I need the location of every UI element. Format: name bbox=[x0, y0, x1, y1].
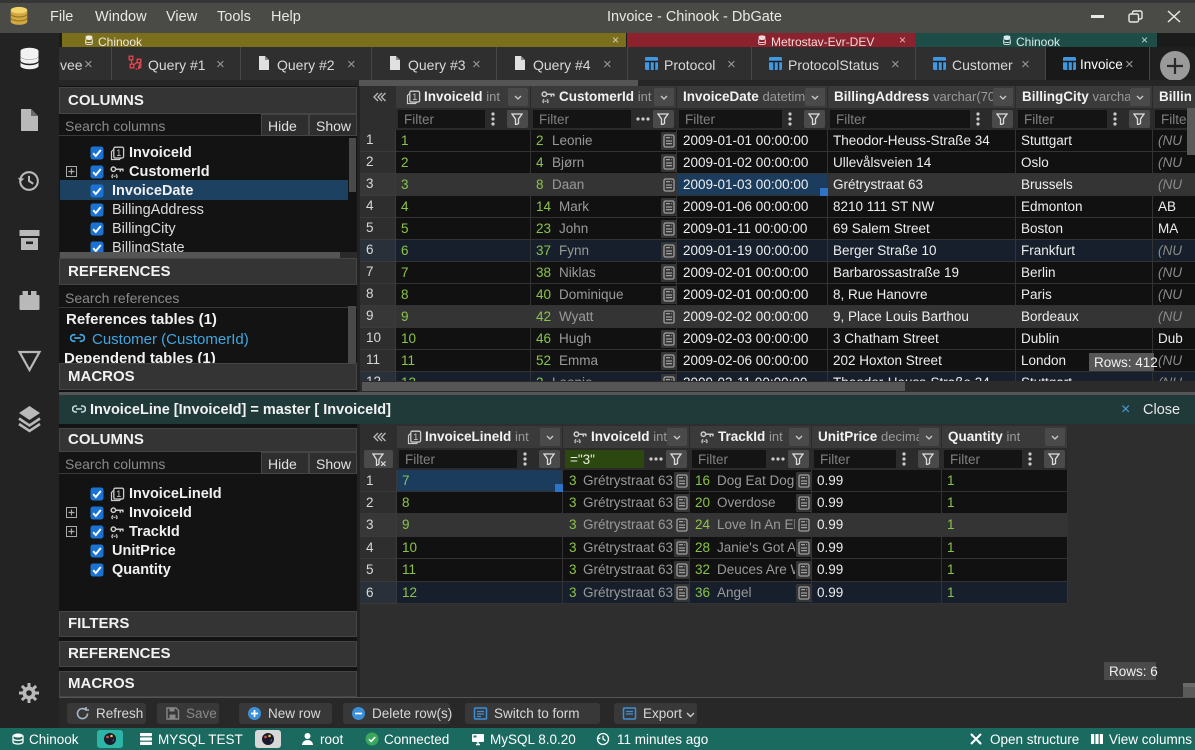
svg-text:1: 1 bbox=[412, 92, 417, 102]
svg-text:1: 1 bbox=[116, 148, 121, 158]
svg-text:1: 1 bbox=[116, 489, 121, 499]
svg-text:1: 1 bbox=[413, 432, 418, 442]
